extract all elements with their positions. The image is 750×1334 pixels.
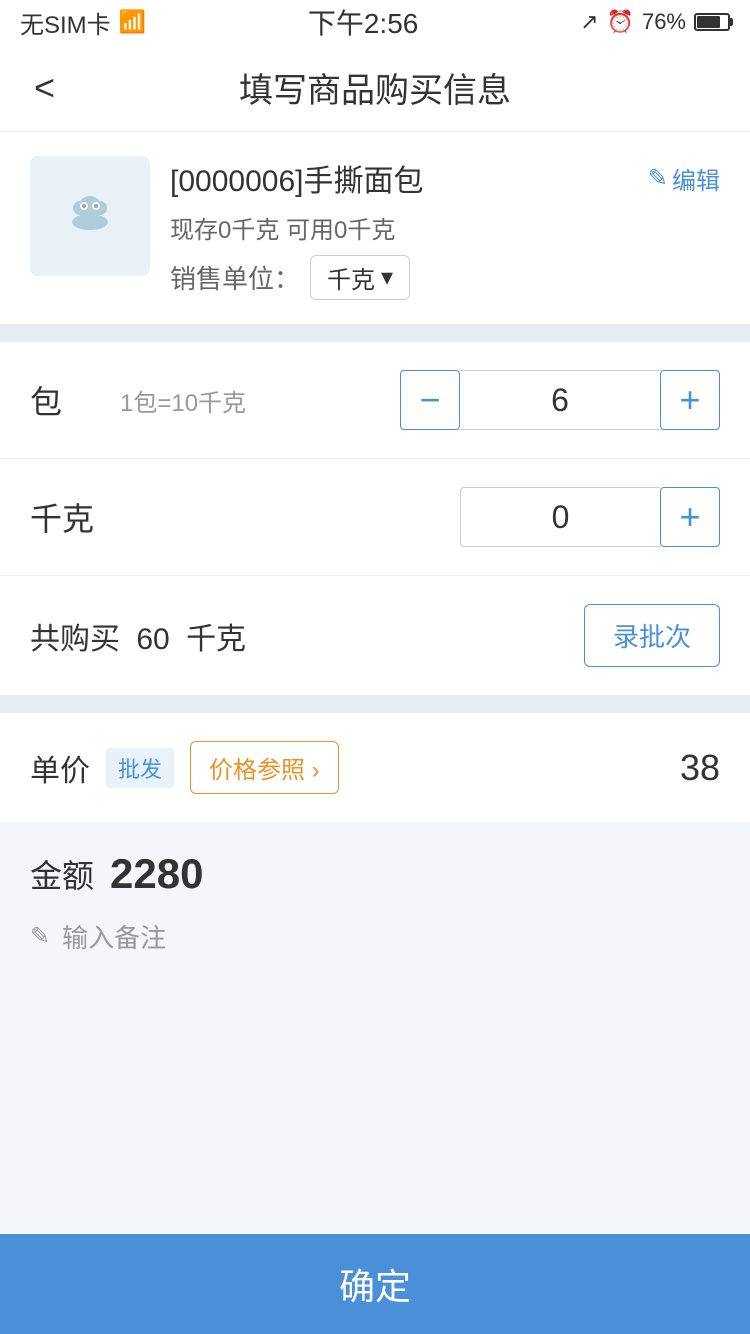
status-bar: 无SIM卡 📶 下午2:56 ↗ ⏰ 76% [0,0,750,44]
product-logo-icon [60,186,120,246]
summary-row: 共购买 60 千克 录批次 [0,576,750,695]
battery-label: 76% [642,9,686,35]
remark-row[interactable]: ✎ 输入备注 [30,918,720,955]
alarm-icon: ⏰ [607,9,634,35]
product-info: [0000006]手撕面包 ✎ 编辑 现存0千克 可用0千克 销售单位： 千克 … [170,156,720,300]
kg-quantity-row: 千克 + [0,459,750,576]
confirm-button[interactable]: 确定 [0,1234,750,1334]
product-unit-row: 销售单位： 千克 ▾ [170,255,720,300]
status-time: 下午2:56 [308,2,419,42]
status-left: 无SIM卡 📶 [20,5,146,40]
location-icon: ↗ [580,9,598,35]
bag-quantity-control: − + [400,370,720,430]
kg-label: 千克 [30,494,110,540]
section-divider-2 [0,695,750,713]
batch-button[interactable]: 录批次 [584,604,720,667]
amount-value: 2280 [110,850,203,898]
battery-icon [694,13,730,31]
price-reference-button[interactable]: 价格参照 › [190,741,339,794]
product-card: [0000006]手撕面包 ✎ 编辑 现存0千克 可用0千克 销售单位： 千克 … [0,132,750,324]
amount-label: 金额 [30,851,94,897]
product-stock: 现存0千克 可用0千克 [170,210,720,245]
bag-hint: 1包=10千克 [120,383,400,418]
pencil-icon: ✎ [30,922,50,951]
bag-label: 包 [30,377,110,423]
edit-icon: ✎ [648,164,668,193]
kg-quantity-control: + [460,487,720,547]
nav-bar: < 填写商品购买信息 [0,44,750,132]
bag-decrement-button[interactable]: − [400,370,460,430]
product-name: [0000006]手撕面包 [170,156,423,200]
bag-increment-button[interactable]: + [660,370,720,430]
bag-quantity-row: 包 1包=10千克 − + [0,342,750,459]
amount-section: 金额 2280 ✎ 输入备注 [0,822,750,1234]
dropdown-icon: ▾ [381,263,393,292]
status-right: ↗ ⏰ 76% [580,9,730,35]
quantity-section: 包 1包=10千克 − + 千克 + [0,342,750,576]
carrier-label: 无SIM卡 [20,5,111,40]
product-image [30,156,150,276]
summary-text: 共购买 60 千克 [30,614,246,658]
price-tag: 批发 [106,748,174,788]
kg-quantity-input[interactable] [460,487,660,547]
section-divider-1 [0,324,750,342]
price-label: 单价 [30,746,90,790]
unit-label: 销售单位： [170,259,300,296]
price-value: 38 [680,747,720,789]
edit-button[interactable]: ✎ 编辑 [648,161,720,196]
wifi-icon: 📶 [119,9,146,35]
summary-amount: 60 [136,623,169,656]
remark-label: 输入备注 [62,918,166,955]
kg-increment-button[interactable]: + [660,487,720,547]
unit-value: 千克 [327,260,375,295]
price-section: 单价 批发 价格参照 › 38 [0,713,750,822]
back-button[interactable]: < [24,57,65,119]
bag-quantity-input[interactable] [460,370,660,430]
amount-row: 金额 2280 [30,850,720,898]
unit-selector[interactable]: 千克 ▾ [310,255,410,300]
product-name-row: [0000006]手撕面包 ✎ 编辑 [170,156,720,200]
page-title: 填写商品购买信息 [239,63,511,112]
